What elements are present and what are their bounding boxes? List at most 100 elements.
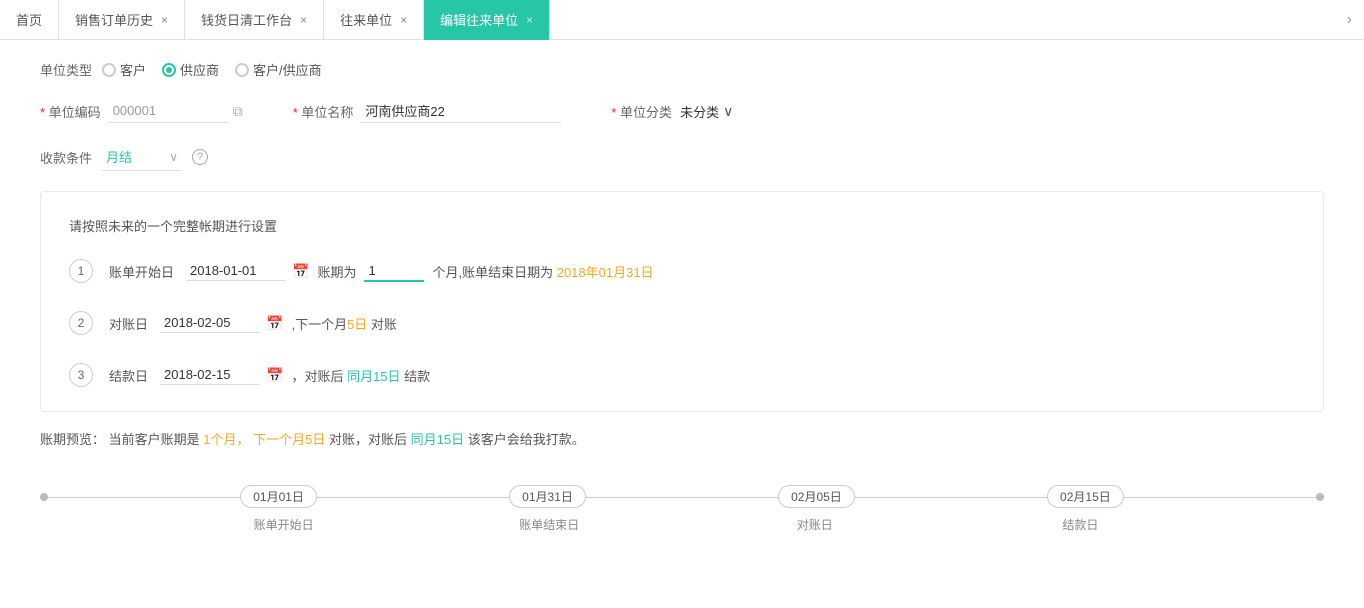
period-num-input[interactable]	[364, 261, 424, 282]
unit-name-input[interactable]	[361, 99, 561, 123]
timeline-node-3-label: 对账日	[797, 516, 833, 533]
copy-icon[interactable]: ⧉	[233, 103, 243, 120]
unit-type-label: 单位类型	[40, 60, 92, 79]
unit-code-input-wrap: ⧉	[109, 99, 243, 123]
preview-text: 账期预览： 当前客户账期是 1个月， 下一个月5日 对账，对账后 同月15日 该…	[40, 428, 1324, 451]
help-icon[interactable]: ?	[192, 149, 208, 165]
unit-name-label: 单位名称	[293, 102, 354, 121]
step-num-2: 2	[69, 311, 93, 335]
step-label-1: 账单开始日	[109, 262, 174, 281]
tab-home[interactable]: 首页	[0, 0, 59, 40]
unit-name-group: 单位名称	[293, 99, 562, 123]
step-num-3: 3	[69, 363, 93, 387]
unit-name-input-wrap	[361, 99, 561, 123]
unit-type-row: 单位类型 客户 供应商 客户/供应商	[40, 60, 1324, 79]
unit-code-label: 单位编码	[40, 102, 101, 121]
unit-info-row: 单位编码 ⧉ 单位名称 单位分类 未分类 ∨	[40, 99, 1324, 123]
tab-cash-ledger[interactable]: 钱货日清工作台 ×	[185, 0, 324, 40]
tab-sales-order-history[interactable]: 销售订单历史 ×	[59, 0, 185, 40]
settings-panel: 请按照未来的一个完整帐期进行设置 1 账单开始日 📅 账期为 个月,账单结束日期…	[40, 191, 1324, 412]
timeline-label-3: 对账日	[785, 516, 845, 533]
unit-classify-label: 单位分类	[611, 102, 672, 121]
preview-text-1: 当前客户账期是	[109, 432, 200, 447]
step-date-input-1[interactable]	[186, 261, 286, 281]
unit-classify-select[interactable]: 未分类 ∨	[680, 102, 830, 121]
calendar-icon[interactable]: 📅	[266, 367, 283, 384]
step-date-input-2[interactable]	[160, 313, 260, 333]
step-suffix-3: ，对账后 同月15日 结款	[291, 366, 430, 385]
preview-text-3: 对账，对账后	[329, 432, 407, 447]
timeline-node-2-label: 账单结束日	[519, 516, 579, 533]
panel-title: 请按照未来的一个完整帐期进行设置	[69, 216, 1295, 235]
timeline-container: 01月01日 01月31日 02月05日 02月15日	[40, 475, 1324, 563]
step-row-3: 3 结款日 📅 ，对账后 同月15日 结款	[69, 363, 1295, 387]
step-label-3: 结款日	[109, 366, 148, 385]
preview-label: 账期预览：	[40, 432, 105, 447]
timeline-labels: 账单开始日 账单结束日 对账日 结款日	[40, 516, 1324, 533]
step-period-unit: 个月,账单结束日期为 2018年01月31日	[432, 262, 653, 281]
unit-classify-group: 单位分类 未分类 ∨	[611, 102, 830, 121]
timeline-node-3-box: 02月05日	[778, 485, 855, 508]
radio-label-customer: 客户	[120, 60, 146, 79]
radio-label-both: 客户/供应商	[253, 60, 322, 79]
timeline-node-1-label: 账单开始日	[254, 516, 314, 533]
calendar-icon[interactable]: 📅	[266, 315, 283, 332]
close-icon[interactable]: ×	[400, 13, 407, 27]
payment-terms-row: 收款条件 月结 ∨ ?	[40, 143, 1324, 171]
timeline-node-1-box: 01月01日	[240, 485, 317, 508]
preview-highlight-1: 1个月，	[203, 432, 249, 447]
period-end-date: 2018年01月31日	[557, 265, 654, 280]
tab-partner-unit[interactable]: 往来单位 ×	[324, 0, 424, 40]
preview-text-4: 该客户会给我打款。	[468, 432, 585, 447]
timeline-label-1: 账单开始日	[254, 516, 314, 533]
step-suffix-2: ,下一个月5日 对账	[291, 314, 396, 333]
expand-icon[interactable]: ›	[1335, 11, 1364, 29]
tab-edit-partner-unit-label: 编辑往来单位	[440, 10, 518, 29]
tab-cash-ledger-label: 钱货日清工作台	[201, 10, 292, 29]
tab-sales-order-history-label: 销售订单历史	[75, 10, 153, 29]
radio-circle-supplier	[162, 63, 176, 77]
radio-supplier[interactable]: 供应商	[162, 60, 219, 79]
payment-terms-label: 收款条件	[40, 148, 92, 167]
step-date-input-3[interactable]	[160, 365, 260, 385]
step-mid-text-1: 账期为	[317, 262, 356, 281]
main-content: 单位类型 客户 供应商 客户/供应商 单位编码 ⧉ 单位名	[0, 40, 1364, 608]
tab-partner-unit-label: 往来单位	[340, 10, 392, 29]
unit-type-radio-group: 客户 供应商 客户/供应商	[102, 60, 322, 79]
preview-text-2: 下一个月5日	[253, 432, 325, 447]
close-icon[interactable]: ×	[161, 13, 168, 27]
chevron-down-icon: ∨	[169, 150, 178, 164]
timeline-node-2-box: 01月31日	[509, 485, 586, 508]
timeline-node-4: 02月15日	[1047, 485, 1124, 508]
step-suffix-3-highlight: 同月15日	[347, 369, 400, 384]
close-icon[interactable]: ×	[526, 13, 533, 27]
step-num-1: 1	[69, 259, 93, 283]
tab-edit-partner-unit[interactable]: 编辑往来单位 ×	[424, 0, 550, 40]
payment-terms-value: 月结	[106, 147, 165, 166]
timeline-line	[40, 497, 1324, 498]
unit-code-input[interactable]	[109, 99, 229, 123]
timeline-label-4: 结款日	[1050, 516, 1110, 533]
unit-code-group: 单位编码 ⧉	[40, 99, 243, 123]
timeline-dot-right	[1316, 493, 1324, 501]
timeline-node-4-label: 结款日	[1062, 516, 1098, 533]
chevron-down-icon: ∨	[723, 103, 733, 120]
payment-terms-select[interactable]: 月结 ∨	[102, 143, 182, 171]
timeline-label-2: 账单结束日	[519, 516, 579, 533]
calendar-icon[interactable]: 📅	[292, 263, 309, 280]
close-icon[interactable]: ×	[300, 13, 307, 27]
timeline: 01月01日 01月31日 02月05日 02月15日	[40, 485, 1324, 508]
timeline-dot-left	[40, 493, 48, 501]
tabs-bar: 首页 销售订单历史 × 钱货日清工作台 × 往来单位 × 编辑往来单位 × ›	[0, 0, 1364, 40]
radio-label-supplier: 供应商	[180, 60, 219, 79]
step-suffix-2-highlight: 5日	[347, 317, 367, 332]
radio-both[interactable]: 客户/供应商	[235, 60, 322, 79]
radio-customer[interactable]: 客户	[102, 60, 146, 79]
unit-classify-value: 未分类	[680, 102, 719, 121]
preview-section: 账期预览： 当前客户账期是 1个月， 下一个月5日 对账，对账后 同月15日 该…	[40, 428, 1324, 563]
tab-home-label: 首页	[16, 10, 42, 29]
step-label-2: 对账日	[109, 314, 148, 333]
radio-circle-both	[235, 63, 249, 77]
timeline-node-4-box: 02月15日	[1047, 485, 1124, 508]
timeline-node-2: 01月31日	[509, 485, 586, 508]
